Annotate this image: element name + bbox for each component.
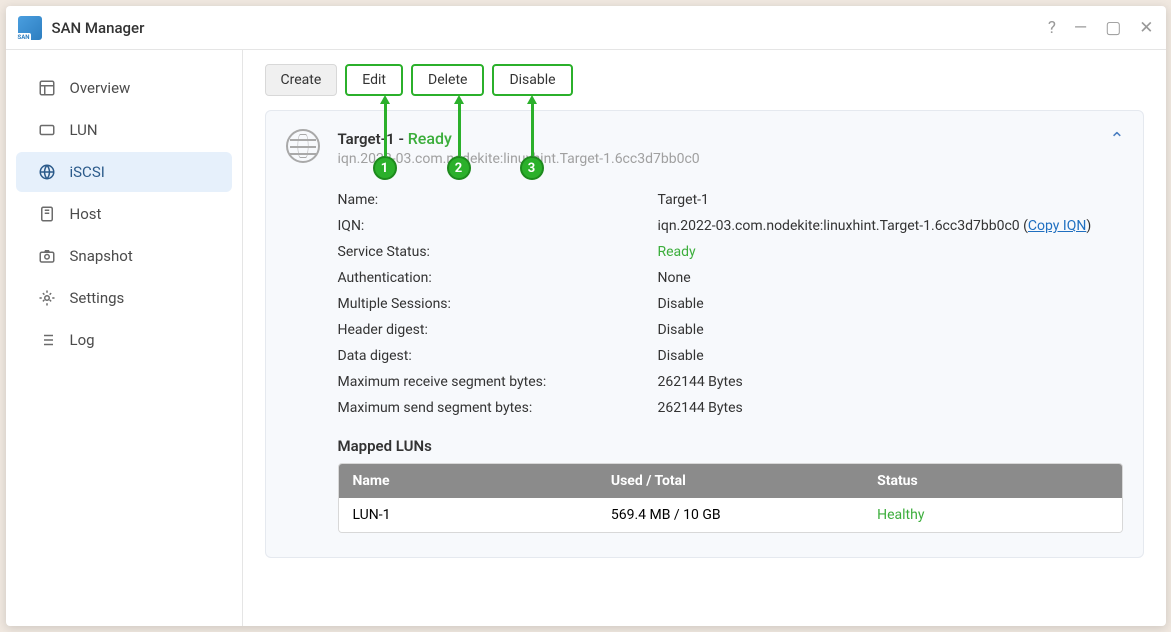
title-separator: - xyxy=(395,130,408,148)
sidebar-label: Log xyxy=(70,331,95,349)
create-button[interactable]: Create xyxy=(265,64,338,96)
gear-icon xyxy=(38,289,56,307)
detail-auth-label: Authentication: xyxy=(338,270,658,286)
lun-icon xyxy=(38,121,56,139)
sidebar-label: Host xyxy=(70,205,102,223)
sidebar: Overview LUN iSCSI Host Snapshot Setting… xyxy=(6,50,243,626)
copy-iqn-link[interactable]: Copy IQN xyxy=(1028,218,1086,234)
callout-arrow-1 xyxy=(384,100,387,156)
target-details: Name:Target-1 IQN:iqn.2022-03.com.nodeki… xyxy=(338,187,1123,421)
detail-data-digest-value: Disable xyxy=(658,348,704,364)
detail-data-digest-label: Data digest: xyxy=(338,348,658,364)
camera-icon xyxy=(38,247,56,265)
close-icon[interactable]: ✕ xyxy=(1139,18,1153,38)
sidebar-item-host[interactable]: Host xyxy=(16,194,232,234)
detail-recv-value: 262144 Bytes xyxy=(658,374,743,390)
sidebar-label: Snapshot xyxy=(70,247,133,265)
table-row[interactable]: LUN-1 569.4 MB / 10 GB Healthy xyxy=(339,498,1122,532)
detail-iqn-value: iqn.2022-03.com.nodekite:linuxhint.Targe… xyxy=(658,218,1092,234)
window-title: SAN Manager xyxy=(52,19,145,37)
col-used: Used / Total xyxy=(597,464,863,498)
sidebar-item-log[interactable]: Log xyxy=(16,320,232,360)
disable-button[interactable]: Disable xyxy=(492,64,572,96)
help-icon[interactable]: ? xyxy=(1048,18,1056,38)
callout-arrow-3 xyxy=(531,100,534,156)
detail-multi-value: Disable xyxy=(658,296,704,312)
content-area: Create Edit Delete Disable 1 2 3 ⌃ Targe… xyxy=(243,50,1166,626)
target-title-line: Target-1 - Ready xyxy=(338,129,700,148)
sidebar-label: Settings xyxy=(70,289,125,307)
app-icon xyxy=(18,16,42,40)
target-globe-icon xyxy=(286,129,320,163)
sidebar-label: LUN xyxy=(70,121,98,139)
san-manager-window: SAN Manager ? — ▢ ✕ Overview LUN iSCSI xyxy=(6,6,1166,626)
detail-header-digest-value: Disable xyxy=(658,322,704,338)
detail-header-digest-label: Header digest: xyxy=(338,322,658,338)
window-controls: ? — ▢ ✕ xyxy=(1048,18,1154,38)
detail-send-value: 262144 Bytes xyxy=(658,400,743,416)
sidebar-label: iSCSI xyxy=(70,163,105,181)
target-status: Ready xyxy=(408,129,452,148)
detail-iqn-label: IQN: xyxy=(338,218,658,234)
list-icon xyxy=(38,331,56,349)
sidebar-item-iscsi[interactable]: iSCSI xyxy=(16,152,232,192)
mapped-luns-table: Name Used / Total Status LUN-1 569.4 MB … xyxy=(338,463,1123,533)
detail-multi-label: Multiple Sessions: xyxy=(338,296,658,312)
detail-service-label: Service Status: xyxy=(338,244,658,260)
globe-icon xyxy=(38,163,56,181)
cell-name: LUN-1 xyxy=(339,498,597,532)
callout-badge-1: 1 xyxy=(373,156,397,180)
detail-name-label: Name: xyxy=(338,192,658,208)
edit-button[interactable]: Edit xyxy=(345,64,403,96)
sidebar-item-lun[interactable]: LUN xyxy=(16,110,232,150)
panel-header: Target-1 - Ready iqn.2022-03.com.nodekit… xyxy=(286,129,1123,167)
sidebar-label: Overview xyxy=(70,79,131,97)
toolbar: Create Edit Delete Disable 1 2 3 xyxy=(265,64,1144,96)
mapped-luns-title: Mapped LUNs xyxy=(338,437,1123,455)
col-name: Name xyxy=(339,464,597,498)
detail-recv-label: Maximum receive segment bytes: xyxy=(338,374,658,390)
host-icon xyxy=(38,205,56,223)
cell-used: 569.4 MB / 10 GB xyxy=(597,498,863,532)
maximize-icon[interactable]: ▢ xyxy=(1105,18,1121,38)
minimize-icon[interactable]: — xyxy=(1074,18,1087,38)
sidebar-item-overview[interactable]: Overview xyxy=(16,68,232,108)
sidebar-item-snapshot[interactable]: Snapshot xyxy=(16,236,232,276)
chevron-up-icon[interactable]: ⌃ xyxy=(1109,129,1124,150)
callout-badge-2: 2 xyxy=(447,156,471,180)
dashboard-icon xyxy=(38,79,56,97)
detail-auth-value: None xyxy=(658,270,691,286)
col-status: Status xyxy=(863,464,1121,498)
detail-send-label: Maximum send segment bytes: xyxy=(338,400,658,416)
delete-button[interactable]: Delete xyxy=(411,64,484,96)
detail-service-value: Ready xyxy=(658,244,696,260)
callout-arrow-2 xyxy=(458,100,461,156)
sidebar-item-settings[interactable]: Settings xyxy=(16,278,232,318)
callout-badge-3: 3 xyxy=(520,156,544,180)
titlebar: SAN Manager ? — ▢ ✕ xyxy=(6,6,1166,50)
target-panel: ⌃ Target-1 - Ready iqn.2022-03.com.nodek… xyxy=(265,110,1144,558)
cell-status: Healthy xyxy=(863,498,1121,532)
detail-name-value: Target-1 xyxy=(658,192,709,208)
